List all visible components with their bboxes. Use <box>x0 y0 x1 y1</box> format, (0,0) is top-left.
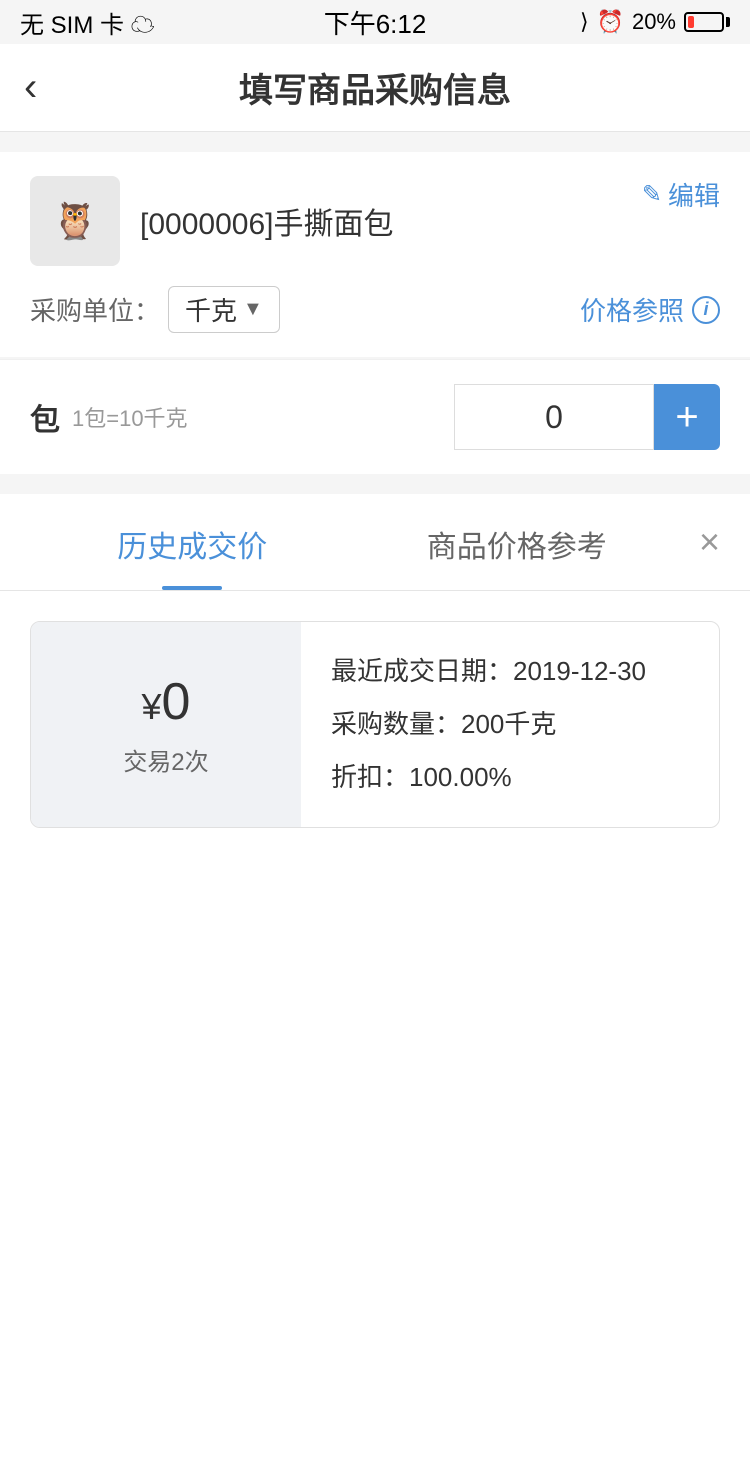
product-unit-row: 采购单位： 千克 ▼ 价格参照 i <box>30 286 720 333</box>
price-reference-button[interactable]: 价格参照 i <box>580 291 720 328</box>
recent-date-value: 2019-12-30 <box>513 656 646 686</box>
history-price-left: ¥0 交易2次 <box>31 622 301 827</box>
purchase-quantity-row: 采购数量：200千克 <box>331 705 689 744</box>
edit-icon: ✎ <box>642 180 662 209</box>
unit-select-dropdown[interactable]: 千克 ▼ <box>168 286 280 333</box>
quantity-plus-button[interactable]: + <box>654 384 720 450</box>
battery-icon <box>684 12 730 32</box>
product-thumbnail-icon: 🦉 <box>53 200 98 242</box>
quantity-unit: 包 <box>30 395 60 439</box>
sim-status: 无 SIM 卡 ☁ <box>20 5 155 40</box>
unit-label-text: 采购单位： <box>30 291 160 328</box>
product-card: 🦉 [0000006]手撕面包 ✎ 编辑 采购单位： 千克 ▼ 价格参照 i <box>0 152 750 357</box>
purchase-quantity-value: 200千克 <box>461 709 556 739</box>
price-ref-label: 价格参照 <box>580 291 684 328</box>
tabs-container: 历史成交价 商品价格参考 × ¥0 交易2次 最近成交日期：2019-12-30 <box>0 494 750 1458</box>
quantity-input[interactable]: 0 <box>454 384 654 450</box>
plus-icon: + <box>675 395 698 440</box>
purchase-quantity-label: 采购数量： <box>331 709 461 739</box>
tab-history-label: 历史成交价 <box>117 531 267 564</box>
navigation-bar: ‹ 填写商品采购信息 <box>0 44 750 132</box>
currency-symbol: ¥ <box>142 686 162 727</box>
product-left: 🦉 [0000006]手撕面包 <box>30 176 393 266</box>
edit-button[interactable]: ✎ 编辑 <box>642 176 720 213</box>
status-left: 无 SIM 卡 ☁ <box>20 5 155 40</box>
alarm-icon: ⏰ <box>597 9 624 35</box>
unit-label: 采购单位： 千克 ▼ <box>30 286 280 333</box>
content-background <box>0 858 750 1458</box>
tab-active-indicator <box>162 586 222 590</box>
product-header: 🦉 [0000006]手撕面包 ✎ 编辑 <box>30 176 720 266</box>
close-icon: × <box>699 521 720 562</box>
quantity-control: 0 + <box>454 384 720 450</box>
tab-history-price[interactable]: 历史成交价 <box>30 494 354 590</box>
product-name: [0000006]手撕面包 <box>140 199 393 243</box>
status-time: 下午6:12 <box>324 4 427 41</box>
tab-product-price-ref[interactable]: 商品价格参考 <box>354 494 678 590</box>
dropdown-arrow-icon: ▼ <box>243 298 263 321</box>
back-chevron-icon: ‹ <box>24 65 37 110</box>
edit-label: 编辑 <box>668 176 720 213</box>
status-right: ⟩ ⏰ 20% <box>580 9 730 35</box>
quantity-label: 包 1包=10千克 <box>30 395 188 439</box>
battery-percent: 20% <box>632 9 676 35</box>
product-image: 🦉 <box>30 176 120 266</box>
history-price-right: 最近成交日期：2019-12-30 采购数量：200千克 折扣：100.00% <box>301 622 719 827</box>
history-price-card: ¥0 交易2次 最近成交日期：2019-12-30 采购数量：200千克 折扣：… <box>30 621 720 828</box>
discount-row: 折扣：100.00% <box>331 758 689 797</box>
recent-date-label: 最近成交日期： <box>331 656 513 686</box>
quantity-section: 包 1包=10千克 0 + <box>0 359 750 474</box>
status-bar: 无 SIM 卡 ☁ 下午6:12 ⟩ ⏰ 20% <box>0 0 750 44</box>
back-button[interactable]: ‹ <box>24 65 37 110</box>
price-number: 0 <box>162 673 191 731</box>
page-title: 填写商品采购信息 <box>239 63 511 112</box>
info-icon: i <box>692 296 720 324</box>
tab-close-button[interactable]: × <box>679 501 720 583</box>
history-price-value: ¥0 <box>142 672 191 732</box>
tabs-header: 历史成交价 商品价格参考 × <box>0 494 750 591</box>
history-price-content: ¥0 交易2次 最近成交日期：2019-12-30 采购数量：200千克 折扣：… <box>0 591 750 858</box>
tab-price-ref-label: 商品价格参考 <box>427 531 607 564</box>
discount-value: 100.00% <box>409 762 512 792</box>
quantity-conversion-note: 1包=10千克 <box>72 401 188 433</box>
discount-label: 折扣： <box>331 762 409 792</box>
quantity-value: 0 <box>545 399 563 436</box>
unit-value: 千克 <box>185 291 237 328</box>
transaction-count: 交易2次 <box>123 742 208 777</box>
location-icon: ⟩ <box>580 9 589 35</box>
recent-date-row: 最近成交日期：2019-12-30 <box>331 652 689 691</box>
